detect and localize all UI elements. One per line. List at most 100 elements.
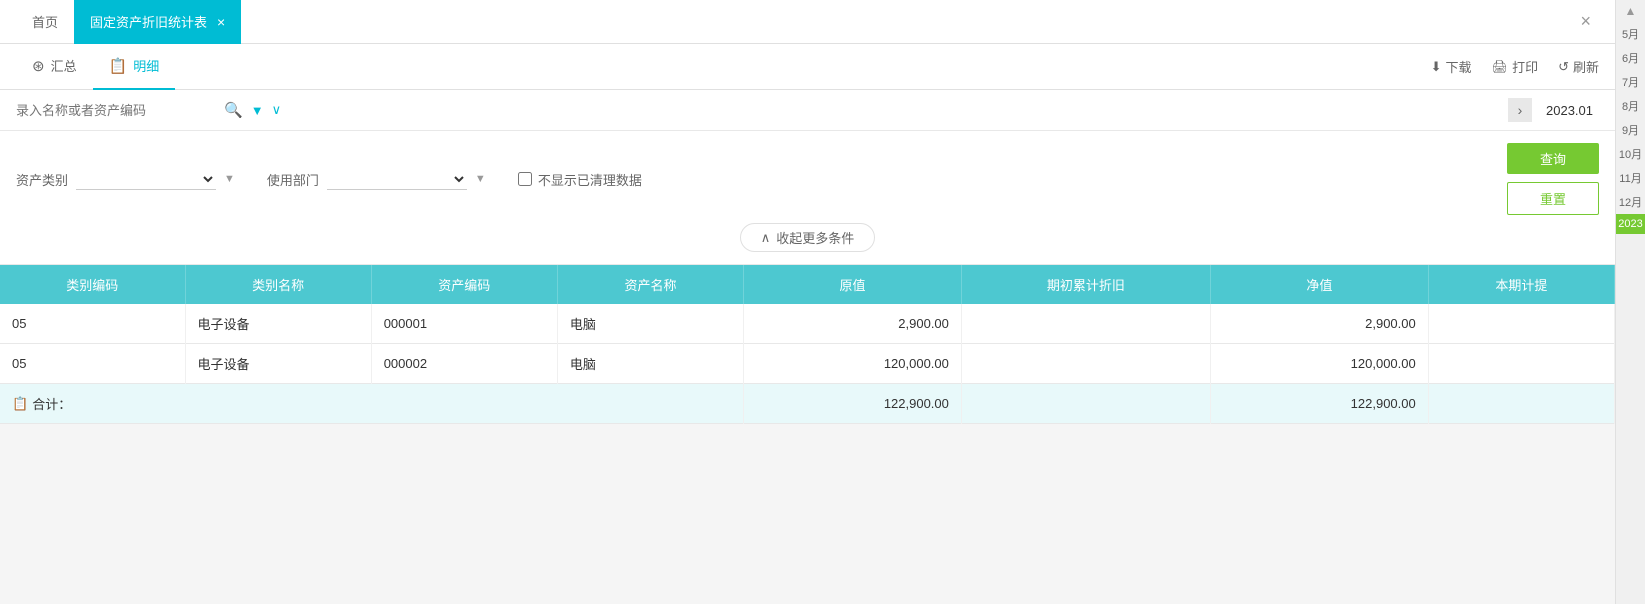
cell-asset-code: 000001 <box>371 304 557 344</box>
detail-icon: 📋 <box>109 57 128 75</box>
sidebar-month-9[interactable]: 9月 <box>1616 118 1645 142</box>
main-close-button[interactable]: × <box>1572 7 1599 36</box>
collapse-icon: ∧ <box>761 230 771 246</box>
table-header: 类别编码 类别名称 资产编码 资产名称 原值 期初累计折旧 净值 本期计提 <box>0 265 1615 304</box>
nav-arrow-button[interactable]: › <box>1508 98 1532 122</box>
no-cleared-checkbox[interactable] <box>518 172 532 186</box>
refresh-label: 刷新 <box>1573 57 1599 76</box>
sidebar-month-5[interactable]: 5月 <box>1616 22 1645 46</box>
cell-initial-accumulated <box>961 344 1210 384</box>
top-nav: 首页 固定资产折旧统计表 × × <box>0 0 1615 44</box>
data-table: 类别编码 类别名称 资产编码 资产名称 原值 期初累计折旧 净值 本期计提 05… <box>0 265 1615 424</box>
sidebar-year[interactable]: 2023 <box>1616 214 1645 234</box>
col-asset-code: 资产编码 <box>371 265 557 304</box>
download-icon: ⬇ <box>1431 59 1442 75</box>
sidebar-month-11[interactable]: 11月 <box>1616 166 1645 190</box>
asset-category-select[interactable] <box>76 168 216 190</box>
toolbar: ⊛ 汇总 📋 明细 ⬇ 下载 🖨 打印 ↺ 刷新 <box>0 44 1615 90</box>
nav-home[interactable]: 首页 <box>16 12 74 31</box>
sidebar-month-7[interactable]: 7月 <box>1616 70 1645 94</box>
filter-actions: 查询 重置 <box>1507 143 1599 215</box>
search-bar: 🔍 ▼ ∨ › 2023.01 <box>0 90 1615 131</box>
filter-row: 资产类别 ▼ 使用部门 ▼ 不显示已清理数据 查询 重置 <box>16 143 1599 215</box>
cell-net-value: 120,000.00 <box>1210 344 1428 384</box>
col-initial-accumulated: 期初累计折旧 <box>961 265 1210 304</box>
col-current-period: 本期计提 <box>1428 265 1614 304</box>
print-label: 打印 <box>1512 57 1538 76</box>
cell-net-value: 2,900.00 <box>1210 304 1428 344</box>
tab-summary[interactable]: ⊛ 汇总 <box>16 44 93 90</box>
table-wrapper: 类别编码 类别名称 资产编码 资产名称 原值 期初累计折旧 净值 本期计提 05… <box>0 265 1615 604</box>
sidebar-month-10[interactable]: 10月 <box>1616 142 1645 166</box>
total-icon: 📋 <box>12 396 28 412</box>
col-original-value: 原值 <box>744 265 962 304</box>
filter-panel: 资产类别 ▼ 使用部门 ▼ 不显示已清理数据 查询 重置 <box>0 131 1615 265</box>
toolbar-actions: ⬇ 下载 🖨 打印 ↺ 刷新 <box>1431 57 1599 76</box>
total-current-period <box>1428 384 1614 424</box>
filter-no-cleared: 不显示已清理数据 <box>518 170 642 189</box>
cell-current-period <box>1428 304 1614 344</box>
cell-original-value: 2,900.00 <box>744 304 962 344</box>
more-filter-button[interactable]: ▼ ∨ <box>251 102 281 118</box>
cell-category-code: 05 <box>0 344 185 384</box>
total-row: 📋 合计： 122,900.00 122,900.00 <box>0 384 1615 424</box>
nav-tab-fixed-assets[interactable]: 固定资产折旧统计表 × <box>74 0 241 44</box>
refresh-button[interactable]: ↺ 刷新 <box>1558 57 1599 76</box>
table-row: 05 电子设备 000001 电脑 2,900.00 2,900.00 <box>0 304 1615 344</box>
cell-category-name: 电子设备 <box>185 344 371 384</box>
department-label: 使用部门 <box>267 170 319 189</box>
cell-asset-name: 电脑 <box>557 344 743 384</box>
total-original-value: 122,900.00 <box>744 384 962 424</box>
date-display: 2023.01 <box>1540 101 1599 120</box>
cell-initial-accumulated <box>961 304 1210 344</box>
tab-detail-label: 明细 <box>133 56 159 75</box>
department-select[interactable] <box>327 168 467 190</box>
col-net-value: 净值 <box>1210 265 1428 304</box>
print-button[interactable]: 🖨 打印 <box>1492 57 1539 76</box>
tab-summary-label: 汇总 <box>51 56 77 75</box>
total-net-value: 122,900.00 <box>1210 384 1428 424</box>
cell-asset-name: 电脑 <box>557 304 743 344</box>
filter-department: 使用部门 ▼ <box>267 168 486 190</box>
col-category-code: 类别编码 <box>0 265 185 304</box>
download-button[interactable]: ⬇ 下载 <box>1431 57 1472 76</box>
refresh-icon: ↺ <box>1558 59 1569 75</box>
total-initial-accumulated <box>961 384 1210 424</box>
cell-original-value: 120,000.00 <box>744 344 962 384</box>
chevron-down-icon: ∨ <box>272 102 282 118</box>
total-label-text: 合计： <box>32 394 71 413</box>
asset-category-label: 资产类别 <box>16 170 68 189</box>
total-label-cell: 📋 合计： <box>0 384 744 424</box>
search-bar-right: › 2023.01 <box>1508 98 1599 122</box>
search-icon[interactable]: 🔍 <box>224 101 243 119</box>
department-dropdown-icon: ▼ <box>475 173 486 185</box>
right-sidebar: ▲ 5月 6月 7月 8月 9月 10月 11月 12月 2023 <box>1615 0 1645 604</box>
collapse-button[interactable]: ∧ 收起更多条件 <box>740 223 876 252</box>
collapse-bar: ∧ 收起更多条件 <box>16 215 1599 256</box>
cell-asset-code: 000002 <box>371 344 557 384</box>
sidebar-month-6[interactable]: 6月 <box>1616 46 1645 70</box>
reset-button[interactable]: 重置 <box>1507 182 1599 215</box>
sidebar-month-12[interactable]: 12月 <box>1616 190 1645 214</box>
col-category-name: 类别名称 <box>185 265 371 304</box>
nav-tab-label: 固定资产折旧统计表 <box>90 12 207 31</box>
sidebar-scroll-up[interactable]: ▲ <box>1625 0 1637 22</box>
search-input[interactable] <box>16 99 216 122</box>
table-body: 05 电子设备 000001 电脑 2,900.00 2,900.00 05 电… <box>0 304 1615 424</box>
cell-current-period <box>1428 344 1614 384</box>
collapse-label: 收起更多条件 <box>776 228 854 247</box>
filter-icon: ▼ <box>251 103 264 118</box>
cell-category-code: 05 <box>0 304 185 344</box>
filter-asset-category: 资产类别 ▼ <box>16 168 235 190</box>
tab-detail[interactable]: 📋 明细 <box>93 44 176 90</box>
nav-tab-close-icon[interactable]: × <box>217 14 225 30</box>
summary-icon: ⊛ <box>32 57 45 75</box>
cell-category-name: 电子设备 <box>185 304 371 344</box>
main-content: 首页 固定资产折旧统计表 × × ⊛ 汇总 📋 明细 ⬇ 下载 🖨 打印 ↺ <box>0 0 1645 604</box>
no-cleared-label: 不显示已清理数据 <box>538 170 642 189</box>
category-dropdown-icon: ▼ <box>224 173 235 185</box>
download-label: 下载 <box>1446 57 1472 76</box>
col-asset-name: 资产名称 <box>557 265 743 304</box>
query-button[interactable]: 查询 <box>1507 143 1599 174</box>
sidebar-month-8[interactable]: 8月 <box>1616 94 1645 118</box>
